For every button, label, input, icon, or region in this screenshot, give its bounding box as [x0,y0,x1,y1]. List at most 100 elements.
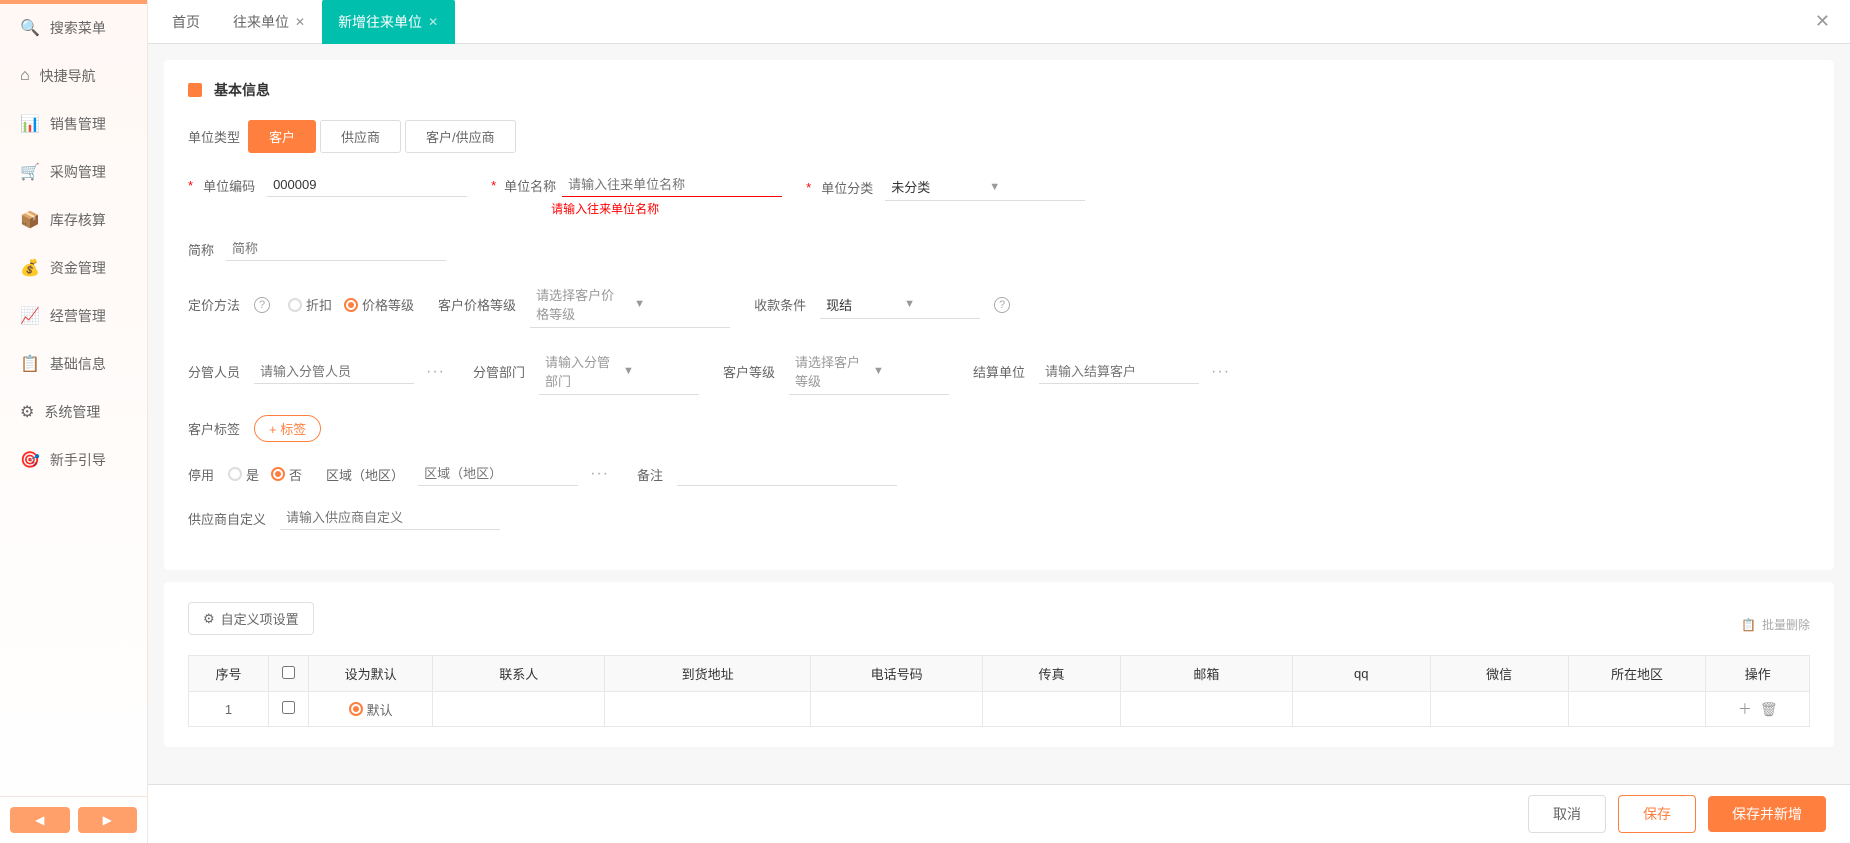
disabled-yes-circle [228,467,242,481]
manager-input[interactable] [254,360,414,384]
customer-price-level-arrow: ▼ [634,298,724,310]
sidebar-icon-basic-info: 📋 [20,354,40,374]
save-new-button[interactable]: 保存并新增 [1708,796,1826,832]
tab-bar-close[interactable]: ✕ [1815,11,1830,32]
sidebar-label-guide: 新手引导 [50,450,106,470]
add-tag-button[interactable]: + 标签 [254,415,321,442]
short-name-input[interactable] [226,237,446,261]
region-input[interactable] [418,462,578,486]
row-fax[interactable] [983,692,1121,727]
pricing-level-circle [344,298,358,312]
row-address[interactable] [605,692,811,727]
row-region[interactable] [1568,692,1706,727]
row-phone[interactable] [811,692,983,727]
remark-input[interactable] [677,462,897,486]
row-contact-input[interactable] [479,702,559,717]
unit-type-customer[interactable]: 客户 [248,120,316,153]
sidebar-item-finance[interactable]: 💰资金管理 [0,244,147,292]
unit-name-star: * [491,178,496,193]
col-id: 序号 [189,656,269,692]
supplier-custom-field: 供应商自定义 [188,506,500,530]
disabled-yes[interactable]: 是 [228,465,259,484]
sidebar-item-basic-info[interactable]: 📋基础信息 [0,340,147,388]
row-phone-input[interactable] [857,702,937,717]
batch-delete-btn[interactable]: 📋 批量删除 [1741,616,1810,633]
sidebar-item-system[interactable]: ⚙系统管理 [0,388,147,436]
sidebar-item-quick-nav[interactable]: ⌂快捷导航 [0,52,147,100]
custom-settings-button[interactable]: ⚙ 自定义项设置 [188,602,314,635]
pricing-level[interactable]: 价格等级 [344,295,414,314]
sidebar-collapse-btn[interactable]: ◀ [10,807,70,833]
row-default: 默认 [309,692,433,727]
row-contact[interactable] [433,692,605,727]
tab-new-partner[interactable]: 新增往来单位 ✕ [322,0,455,44]
unit-name-input[interactable] [562,173,782,197]
sidebar-item-sales[interactable]: 📊销售管理 [0,100,147,148]
supplier-custom-input[interactable] [280,506,500,530]
department-select[interactable]: 请输入分管部门 ▼ [539,348,699,395]
sidebar-icon-guide: 🎯 [20,450,40,470]
manager-more[interactable]: ··· [422,361,449,383]
unit-category-select[interactable]: 未分类 ▼ [885,173,1085,201]
manager-field: 分管人员 ··· [188,360,449,384]
unit-category-arrow: ▼ [989,181,1079,193]
manager-label: 分管人员 [188,362,240,381]
select-all-checkbox[interactable] [282,666,295,679]
section-title-text: 基本信息 [214,80,270,100]
payment-terms-select[interactable]: 现结 ▼ [820,291,980,319]
unit-type-supplier[interactable]: 供应商 [320,120,401,153]
short-name-label: 简称 [188,240,214,259]
sidebar-item-inventory[interactable]: 📦库存核算 [0,196,147,244]
row-qq-input[interactable] [1331,702,1391,717]
disabled-no[interactable]: 否 [271,465,302,484]
row-address-input[interactable] [658,702,758,717]
row-default-radio[interactable]: 默认 [319,700,422,719]
disabled-label: 停用 [188,465,214,484]
row-region-input[interactable] [1607,702,1667,717]
sidebar-expand-btn[interactable]: ▶ [78,807,138,833]
tab-new-partner-close[interactable]: ✕ [428,15,438,29]
unit-type-both[interactable]: 客户/供应商 [405,120,516,153]
row-wechat[interactable] [1430,692,1568,727]
unit-code-input[interactable] [267,173,467,197]
table-header-row: 序号 设为默认 联系人 到货地址 电话号码 传真 邮箱 qq 微信 所在地区 操… [189,656,1810,692]
tab-partners[interactable]: 往来单位 ✕ [217,0,322,44]
tab-partners-close[interactable]: ✕ [295,15,305,29]
settlement-unit-more[interactable]: ··· [1207,361,1234,383]
sidebar-label-quick-nav: 快捷导航 [40,66,96,86]
customer-price-level-select[interactable]: 请选择客户价格等级 ▼ [530,281,730,328]
sidebar-icon-operation: 📈 [20,306,40,326]
sidebar-item-search[interactable]: 🔍搜索菜单 [0,4,147,52]
tab-home-label: 首页 [172,12,200,32]
pricing-help-icon[interactable]: ? [254,297,270,313]
sidebar-item-purchase[interactable]: 🛒采购管理 [0,148,147,196]
row-email[interactable] [1120,692,1292,727]
basic-info-card: 基本信息 单位类型 客户 供应商 客户/供应商 * 单位编码 [164,60,1834,570]
payment-terms-value: 现结 [826,295,896,314]
unit-type-row: 单位类型 客户 供应商 客户/供应商 [188,120,1810,153]
customer-level-placeholder: 请选择客户等级 [795,352,865,390]
row-check[interactable] [269,692,309,727]
unit-name-error-text: 请输入往来单位名称 [551,202,659,216]
cancel-button[interactable]: 取消 [1528,795,1606,833]
sidebar: 🔍搜索菜单⌂快捷导航📊销售管理🛒采购管理📦库存核算💰资金管理📈经营管理📋基础信息… [0,0,148,843]
row-checkbox[interactable] [282,701,295,714]
payment-terms-help-icon[interactable]: ? [994,297,1010,313]
region-more[interactable]: ··· [586,463,613,485]
pricing-discount[interactable]: 折扣 [288,295,332,314]
row-add-btn[interactable]: ＋ [1738,699,1752,719]
row-fax-input[interactable] [1022,702,1082,717]
main-area: 首页 往来单位 ✕ 新增往来单位 ✕ ✕ 基本信息 单位类型 客户 [148,0,1850,843]
row-qq[interactable] [1292,692,1430,727]
row-delete-btn[interactable]: 🗑 [1760,699,1778,719]
row-email-input[interactable] [1166,702,1246,717]
customer-price-level-field: 客户价格等级 请选择客户价格等级 ▼ [438,281,730,328]
sidebar-item-guide[interactable]: 🎯 新手引导 [0,436,147,484]
save-button[interactable]: 保存 [1618,795,1696,833]
sidebar-icon-sales: 📊 [20,114,40,134]
row-wechat-input[interactable] [1469,702,1529,717]
tab-home[interactable]: 首页 [156,0,217,44]
customer-level-select[interactable]: 请选择客户等级 ▼ [789,348,949,395]
settlement-unit-input[interactable] [1039,360,1199,384]
sidebar-item-operation[interactable]: 📈经营管理 [0,292,147,340]
